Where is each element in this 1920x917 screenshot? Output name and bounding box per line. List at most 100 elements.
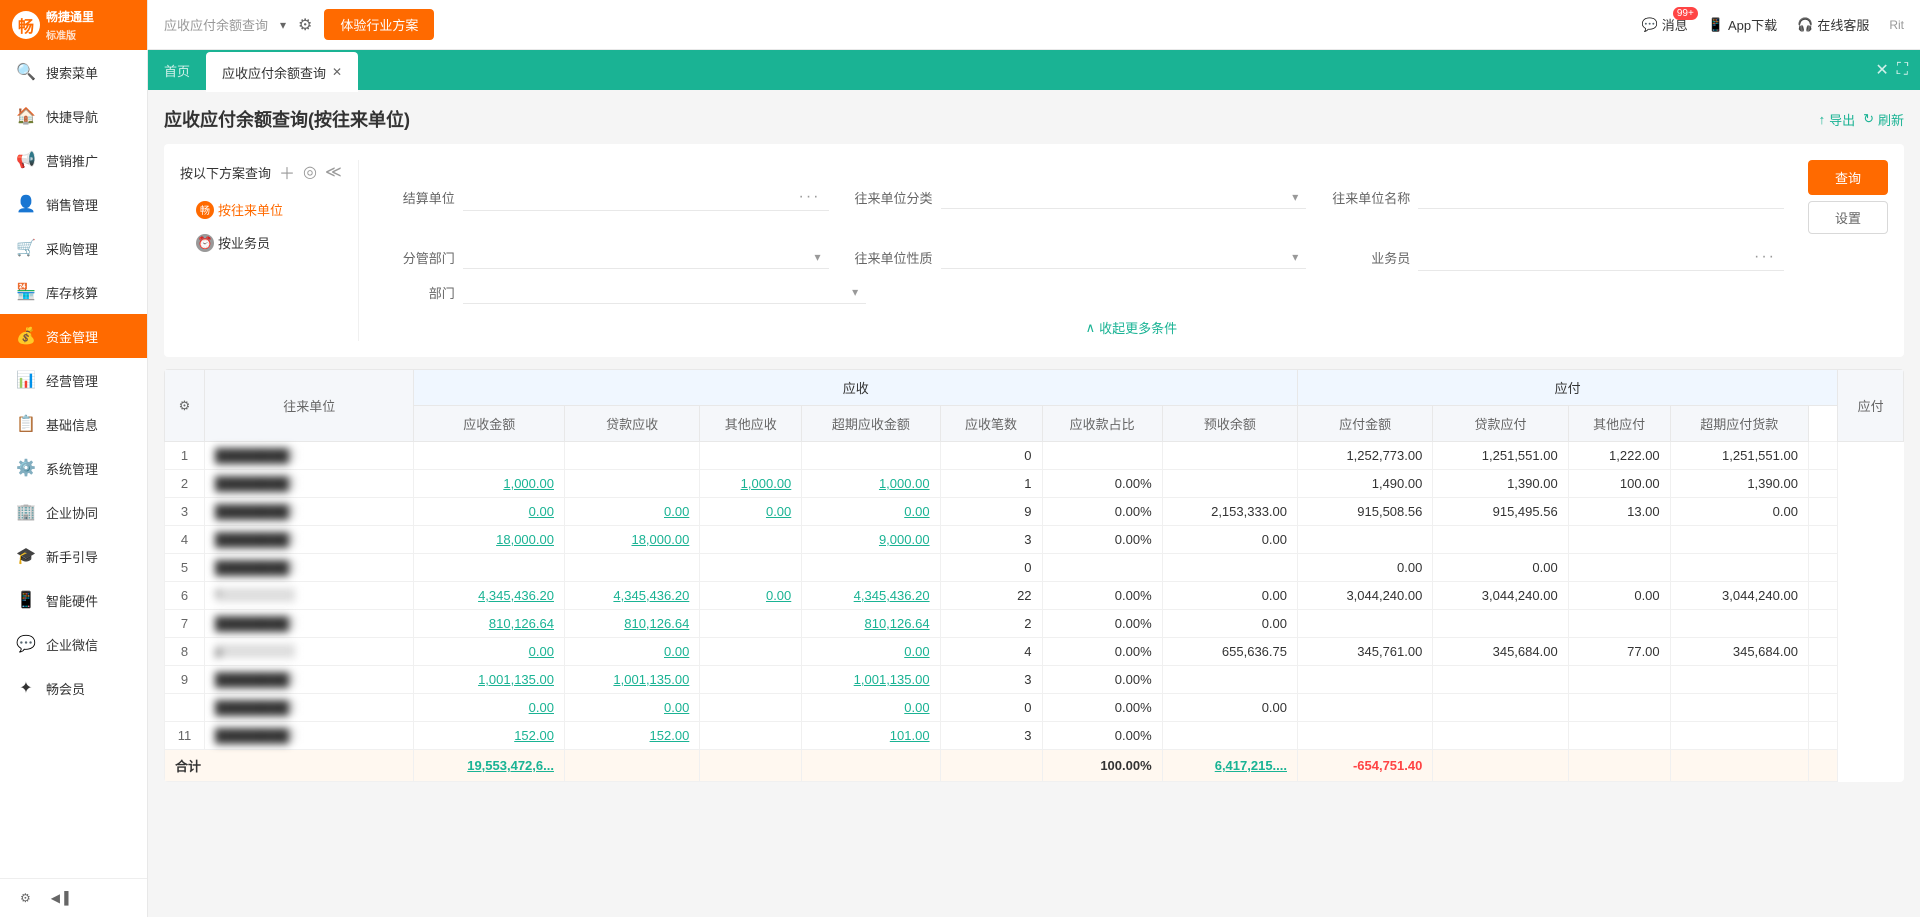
td-ar_other[interactable] [700, 554, 802, 582]
header-dropdown-icon[interactable]: ▾ [280, 18, 286, 32]
td-ar_other[interactable] [700, 526, 802, 554]
td-ar_other[interactable] [700, 638, 802, 666]
header-solution-btn[interactable]: 体验行业方案 [324, 9, 434, 40]
td-ar_overdue[interactable]: 4,345,436.20 [802, 582, 940, 610]
td-ar_amount[interactable]: 1,000.00 [414, 470, 564, 498]
filter-option-by-unit[interactable]: 畅 按往来单位 [188, 196, 291, 223]
td-ar_other[interactable] [700, 442, 802, 470]
tab-close-icon[interactable]: ✕ [332, 65, 342, 79]
td-ar_other[interactable] [700, 694, 802, 722]
td-ar_other[interactable] [700, 722, 802, 750]
td-ar_amount[interactable] [414, 442, 564, 470]
td-ar_amount[interactable]: 18,000.00 [414, 526, 564, 554]
sidebar-item-quicknav[interactable]: 🏠 快捷导航 [0, 94, 147, 138]
td-ar_overdue[interactable]: 0.00 [802, 498, 940, 526]
td-ar_other[interactable]: 0.00 [700, 582, 802, 610]
tab-arbalance[interactable]: 应收应付余额查询 ✕ [206, 52, 358, 92]
collapse-sidebar-btn[interactable]: ◀▐ [43, 887, 77, 909]
tab-close-all-icon[interactable]: ✕ [1875, 60, 1888, 80]
query-btn[interactable]: 查询 [1808, 160, 1888, 195]
header-gear-icon[interactable]: ⚙ [298, 15, 312, 35]
td-ar_loan[interactable]: 810,126.64 [564, 610, 699, 638]
unit-nature-select[interactable]: ▾ [941, 246, 1307, 269]
td-ar_amount[interactable]: 810,126.64 [414, 610, 564, 638]
td-ar_amount[interactable]: 4,345,436.20 [414, 582, 564, 610]
td-ar_amount[interactable]: 0.00 [414, 638, 564, 666]
td-ar_loan[interactable]: 0.00 [564, 694, 699, 722]
td-ar_overdue[interactable]: 101.00 [802, 722, 940, 750]
dept-select[interactable]: ▾ [463, 281, 866, 304]
td-ar_amount[interactable] [414, 554, 564, 582]
sidebar-item-vip[interactable]: ✦ 畅会员 [0, 666, 147, 710]
total-ap-loan [1433, 750, 1568, 782]
unit-category-select[interactable]: ▾ [941, 186, 1307, 209]
refresh-btn[interactable]: ↻ 刷新 [1863, 110, 1904, 129]
td-ar_overdue[interactable]: 1,001,135.00 [802, 666, 940, 694]
td-ar_overdue[interactable] [802, 442, 940, 470]
td-ar_amount[interactable]: 0.00 [414, 694, 564, 722]
tab-home[interactable]: 首页 [148, 50, 206, 90]
td-ar_other[interactable]: 0.00 [700, 498, 802, 526]
td-ar_amount[interactable]: 152.00 [414, 722, 564, 750]
header-msg[interactable]: 💬 消息 99+ [1642, 15, 1688, 34]
filter-option-by-staff[interactable]: ⏰ 按业务员 [188, 229, 291, 256]
td-ar_loan[interactable]: 0.00 [564, 498, 699, 526]
td-ap_loan: 915,495.56 [1433, 498, 1568, 526]
th-settings[interactable]: ⚙ [165, 370, 205, 442]
filter-add-icon[interactable]: ＋ [279, 160, 295, 184]
td-ar_loan[interactable]: 18,000.00 [564, 526, 699, 554]
header-service[interactable]: 🎧 在线客服 [1797, 15, 1869, 34]
td-ar_loan[interactable]: 1,001,135.00 [564, 666, 699, 694]
filter-collapse-btn[interactable]: ∧ 收起更多条件 [1086, 314, 1178, 341]
unit-name-input[interactable] [1418, 185, 1784, 209]
sidebar-item-hardware[interactable]: 📱 智能硬件 [0, 578, 147, 622]
sidebar-item-guide[interactable]: 🎓 新手引导 [0, 534, 147, 578]
td-ar_prepay [1162, 554, 1297, 582]
td-ar_loan[interactable] [564, 470, 699, 498]
sidebar-item-marketing[interactable]: 📢 营销推广 [0, 138, 147, 182]
sidebar-item-inventory[interactable]: 🏪 库存核算 [0, 270, 147, 314]
salesperson-select[interactable]: ··· [1418, 244, 1784, 271]
filter-collapse-icon[interactable]: ≪ [325, 162, 342, 182]
sidebar-item-system[interactable]: ⚙️ 系统管理 [0, 446, 147, 490]
settings-bottom-btn[interactable]: ⚙ [12, 887, 39, 909]
sidebar-item-sales[interactable]: 👤 销售管理 [0, 182, 147, 226]
header-user[interactable]: Rit [1889, 18, 1904, 32]
sidebar-item-purchase[interactable]: 🛒 采购管理 [0, 226, 147, 270]
settings-btn[interactable]: 设置 [1808, 201, 1888, 234]
settlement-unit-select[interactable]: ··· [463, 184, 829, 211]
td-ar_amount[interactable]: 1,001,135.00 [414, 666, 564, 694]
dept-head-select[interactable]: ▾ [463, 246, 829, 269]
sidebar-item-wechat[interactable]: 💬 企业微信 [0, 622, 147, 666]
filter-circle-icon[interactable]: ◎ [303, 162, 317, 182]
td-ar_overdue[interactable] [802, 554, 940, 582]
td-ar_overdue[interactable]: 810,126.64 [802, 610, 940, 638]
table-settings-icon[interactable]: ⚙ [179, 398, 191, 413]
tab-expand-icon[interactable]: ⛶ [1897, 61, 1908, 79]
sidebar-item-basic[interactable]: 📋 基础信息 [0, 402, 147, 446]
td-ar_other[interactable] [700, 666, 802, 694]
filter-staff-label: 按业务员 [218, 233, 270, 252]
td-ar_loan[interactable] [564, 442, 699, 470]
sidebar-item-search[interactable]: 🔍 搜索菜单 [0, 50, 147, 94]
td-ar_amount[interactable]: 0.00 [414, 498, 564, 526]
sidebar-item-finance[interactable]: 💰 资金管理 [0, 314, 147, 358]
filter-unit-name: 往来单位名称 [1330, 185, 1784, 209]
export-btn[interactable]: ↑ 导出 [1819, 110, 1856, 129]
td-ar_loan[interactable]: 152.00 [564, 722, 699, 750]
td-ar_overdue[interactable]: 1,000.00 [802, 470, 940, 498]
td-ar_overdue[interactable]: 9,000.00 [802, 526, 940, 554]
td-ar_overdue[interactable]: 0.00 [802, 694, 940, 722]
header-app[interactable]: 📱 App下载 [1708, 15, 1777, 34]
td-ar_overdue[interactable]: 0.00 [802, 638, 940, 666]
td-ar_loan[interactable] [564, 554, 699, 582]
sidebar-item-operation[interactable]: 📊 经营管理 [0, 358, 147, 402]
td-ar_loan[interactable]: 0.00 [564, 638, 699, 666]
td-ar_loan[interactable]: 4,345,436.20 [564, 582, 699, 610]
filter-area: 按以下方案查询 ＋ ◎ ≪ 畅 按往来单位 ⏰ [164, 144, 1904, 357]
table-row: 5████████00.000.00 [165, 554, 1904, 582]
sidebar-item-enterprise[interactable]: 🏢 企业协同 [0, 490, 147, 534]
td-ar_other[interactable]: 1,000.00 [700, 470, 802, 498]
td-ar_prepay: 0.00 [1162, 582, 1297, 610]
td-ar_other[interactable] [700, 610, 802, 638]
